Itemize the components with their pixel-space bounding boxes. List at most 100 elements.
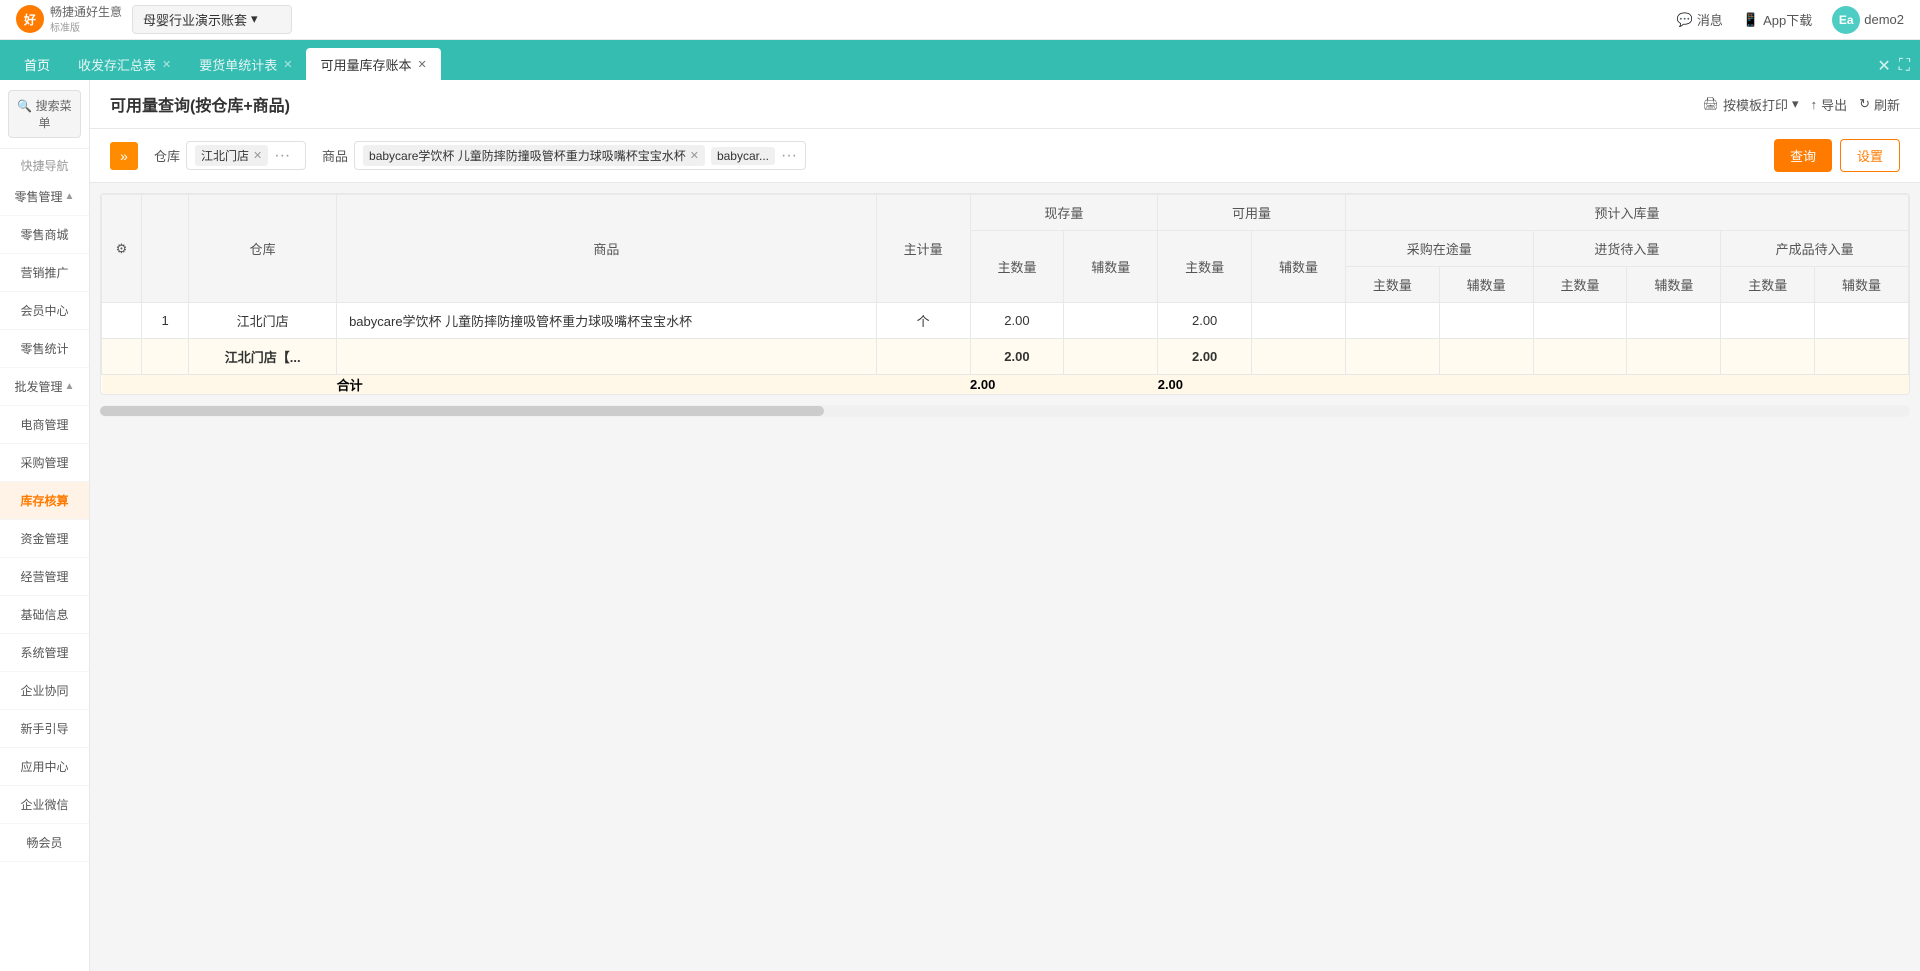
sidebar-item-inventory-check[interactable]: 库存核算: [0, 482, 89, 520]
tab-receipts-close[interactable]: ✕: [162, 58, 171, 71]
product-more-icon[interactable]: ···: [781, 147, 797, 165]
cell-pro-main: [1721, 303, 1815, 339]
sidebar-item-member2[interactable]: 畅会员: [0, 824, 89, 862]
sidebar-quick-nav-label: 快捷导航: [0, 149, 89, 178]
export-button[interactable]: ↑ 导出: [1811, 95, 1848, 114]
print-button[interactable]: 🖨 按模板打印 ▾: [1703, 95, 1799, 114]
logo-icon: 好: [16, 5, 44, 33]
sidebar-item-member[interactable]: 会员中心: [0, 292, 89, 330]
cell-pur-main: [1345, 303, 1439, 339]
app-download-button[interactable]: 📱 App下载: [1743, 10, 1812, 29]
filter-toggle-button[interactable]: »: [110, 142, 138, 170]
expand-icon[interactable]: ⛶: [1899, 57, 1910, 75]
tab-inventory[interactable]: 可用量库存账本 ✕: [306, 48, 440, 80]
th-production-group: 产成品待入量: [1721, 231, 1909, 267]
tab-home[interactable]: 首页: [10, 48, 64, 80]
sidebar-item-batch-mgmt[interactable]: 批发管理 ▲: [0, 368, 89, 406]
warehouse-tag-close[interactable]: ✕: [253, 149, 262, 162]
app-label: App下载: [1763, 10, 1812, 29]
logo-sub: 标准版: [50, 19, 122, 34]
sidebar-item-system[interactable]: 系统管理: [0, 634, 89, 672]
msg-label: 消息: [1697, 10, 1723, 29]
horizontal-scrollbar[interactable]: [100, 405, 1910, 417]
th-gear[interactable]: ⚙: [102, 195, 142, 303]
settings-button[interactable]: 设置: [1840, 139, 1900, 172]
cell-gear[interactable]: [102, 303, 142, 339]
sidebar-item-marketing[interactable]: 营销推广: [0, 254, 89, 292]
logo-text: 畅捷通好生意: [50, 5, 122, 19]
sidebar-item-basic-info-label: 基础信息: [20, 606, 68, 623]
footer-pur-aux: [1439, 375, 1533, 395]
th-available-main: 主数量: [1158, 231, 1252, 303]
close-all-icon[interactable]: ✕: [1877, 56, 1890, 76]
export-label: 导出: [1821, 95, 1847, 114]
footer-existing-aux: [1064, 375, 1158, 395]
footer-gear: [102, 375, 142, 395]
product-tag1: babycare学饮杯 儿童防摔防撞吸管杯重力球吸嘴杯宝宝水杯 ✕: [363, 145, 705, 166]
sidebar-item-ecommerce-label: 电商管理: [20, 416, 68, 433]
sidebar-item-new-guide[interactable]: 新手引导: [0, 710, 89, 748]
scrollbar-thumb[interactable]: [100, 406, 824, 416]
sidebar-item-purchase[interactable]: 采购管理: [0, 444, 89, 482]
cell-warehouse: 江北门店【...: [189, 339, 337, 375]
cell-unit: [876, 339, 970, 375]
sidebar-item-new-guide-label: 新手引导: [20, 720, 68, 737]
sidebar-item-retail-mall[interactable]: 零售商城: [0, 216, 89, 254]
query-button[interactable]: 查询: [1774, 139, 1832, 172]
cell-existing-aux: [1064, 339, 1158, 375]
cell-inc-aux: [1627, 303, 1721, 339]
sidebar-item-finance-label: 资金管理: [20, 530, 68, 547]
user-area[interactable]: Ea demo2: [1832, 6, 1904, 34]
cell-index: [142, 339, 189, 375]
tab-receipts[interactable]: 收发存汇总表 ✕: [64, 48, 185, 80]
sidebar-item-retail-stats[interactable]: 零售统计: [0, 330, 89, 368]
sidebar-item-enterprise[interactable]: 企业协同: [0, 672, 89, 710]
th-pro-aux: 辅数量: [1815, 267, 1909, 303]
top-bar: 好 畅捷通好生意 标准版 母婴行业演示账套 ▾ 💬 消息 📱 App下载 Ea …: [0, 0, 1920, 40]
tab-receipts-label: 收发存汇总表: [78, 55, 156, 74]
cell-available-aux: [1252, 339, 1346, 375]
footer-inc-aux: [1627, 375, 1721, 395]
tab-inventory-close[interactable]: ✕: [418, 58, 427, 71]
tab-orders-label: 要货单统计表: [199, 55, 277, 74]
cell-pur-aux: [1439, 339, 1533, 375]
sidebar-item-ecommerce[interactable]: 电商管理: [0, 406, 89, 444]
sidebar-item-app-center[interactable]: 应用中心: [0, 748, 89, 786]
sidebar-item-basic-info[interactable]: 基础信息: [0, 596, 89, 634]
warehouse-input[interactable]: 江北门店 ✕ ···: [186, 141, 306, 170]
main-layout: 🔍 搜索菜单 快捷导航 零售管理 ▲ 零售商城 营销推广 会员中心 零售统计 批…: [0, 80, 1920, 971]
product-tag2-text: babycar...: [717, 149, 769, 163]
th-pur-main: 主数量: [1345, 267, 1439, 303]
th-warehouse: 仓库: [189, 195, 337, 303]
cell-pro-aux: [1815, 303, 1909, 339]
sidebar-item-enterprise-wechat-label: 企业微信: [20, 796, 68, 813]
sidebar-item-finance[interactable]: 资金管理: [0, 520, 89, 558]
sidebar-item-enterprise-wechat[interactable]: 企业微信: [0, 786, 89, 824]
product-tag1-close[interactable]: ✕: [690, 149, 699, 162]
sidebar-item-system-label: 系统管理: [20, 644, 68, 661]
cell-pro-aux: [1815, 339, 1909, 375]
nav-tabs-actions: ✕ ⛶: [1877, 56, 1910, 80]
warehouse-more-icon[interactable]: ···: [274, 147, 290, 165]
sidebar-item-retail-mgmt[interactable]: 零售管理 ▲: [0, 178, 89, 216]
cell-index: 1: [142, 303, 189, 339]
tab-orders[interactable]: 要货单统计表 ✕: [185, 48, 306, 80]
sidebar-search-area: 🔍 搜索菜单: [0, 80, 89, 149]
msg-button[interactable]: 💬 消息: [1677, 10, 1723, 29]
product-input[interactable]: babycare学饮杯 儿童防摔防撞吸管杯重力球吸嘴杯宝宝水杯 ✕ babyca…: [354, 141, 806, 170]
footer-available-main: 2.00: [1158, 375, 1252, 395]
sidebar-item-marketing-label: 营销推广: [20, 264, 68, 281]
footer-pro-aux: [1815, 375, 1909, 395]
content-area: 可用量查询(按仓库+商品) 🖨 按模板打印 ▾ ↑ 导出 ↻ 刷新: [90, 80, 1920, 971]
sidebar-search-button[interactable]: 🔍 搜索菜单: [8, 90, 81, 138]
store-selector[interactable]: 母婴行业演示账套 ▾: [132, 5, 292, 34]
refresh-button[interactable]: ↻ 刷新: [1859, 95, 1900, 114]
cell-gear[interactable]: [102, 339, 142, 375]
print-label: 按模板打印: [1723, 95, 1788, 114]
filter-area: » 仓库 江北门店 ✕ ··· 商品 babycare学饮杯 儿童防摔防撞吸管杯…: [90, 129, 1920, 183]
sidebar-item-business[interactable]: 经营管理: [0, 558, 89, 596]
product-tag2: babycar...: [711, 147, 775, 165]
tab-orders-close[interactable]: ✕: [283, 58, 292, 71]
app-icon: 📱: [1743, 12, 1759, 28]
th-unit: 主计量: [876, 195, 970, 303]
